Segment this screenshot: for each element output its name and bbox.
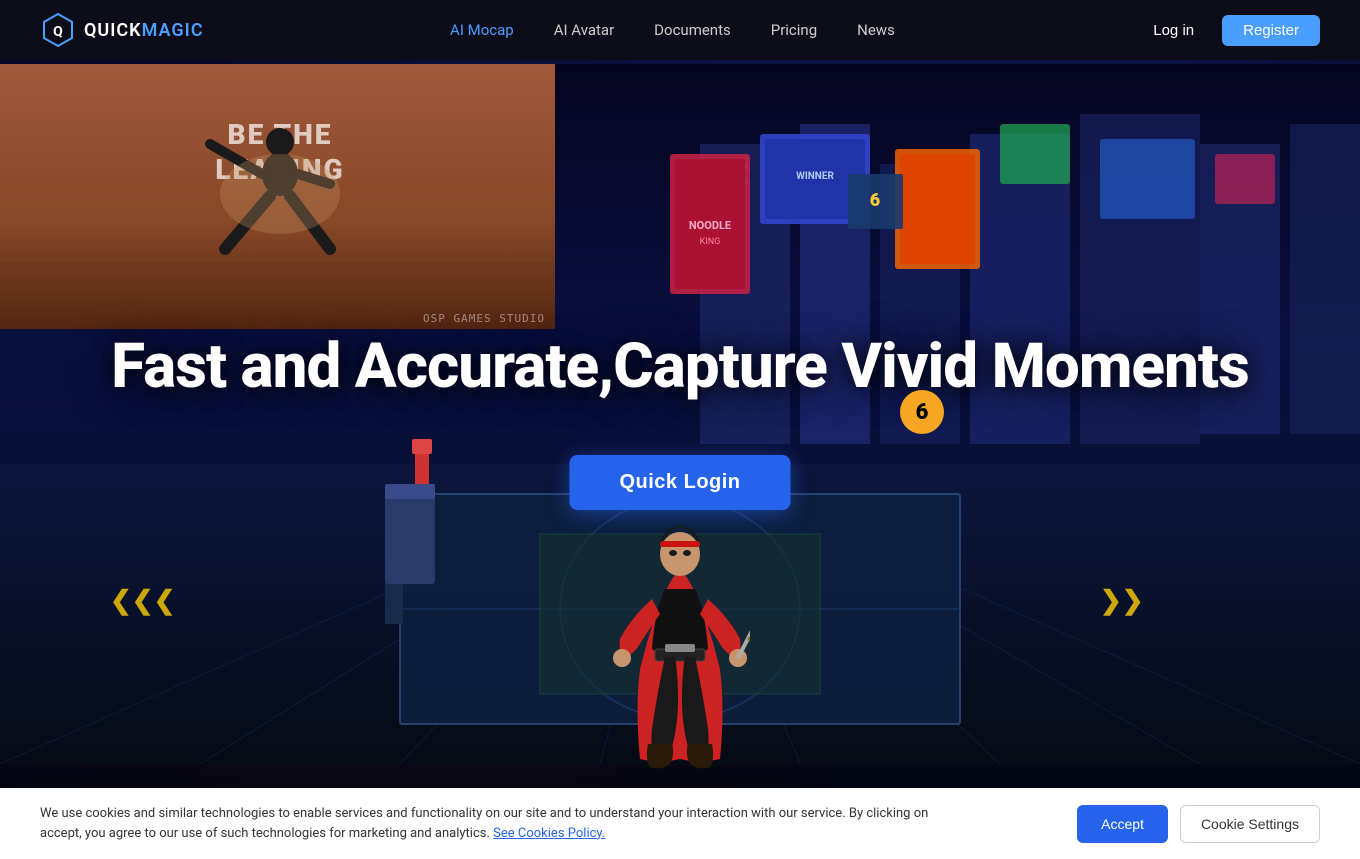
nav-link-documents[interactable]: Documents [654, 21, 731, 39]
login-button[interactable]: Log in [1141, 16, 1206, 45]
svg-text:Q: Q [53, 24, 63, 40]
number-badge: 6 [900, 390, 944, 434]
cookie-actions: Accept Cookie Settings [1077, 805, 1320, 843]
logo[interactable]: Q QUICKMAGIC [40, 12, 204, 48]
accept-button[interactable]: Accept [1077, 805, 1168, 843]
cookie-text: We use cookies and similar technologies … [40, 804, 940, 843]
nav-actions: Log in Register [1141, 15, 1320, 46]
cookie-policy-link[interactable]: See Cookies Policy. [493, 826, 605, 841]
nav-link-news[interactable]: News [857, 21, 895, 39]
video-inset: BE THE LEADING OSP GAMES STUDIO [0, 64, 555, 329]
svg-text:OSP GAMES STUDIO: OSP GAMES STUDIO [423, 312, 545, 325]
nav-link-ai-avatar[interactable]: AI Avatar [554, 21, 614, 39]
nav-links: AI Mocap AI Avatar Documents Pricing New… [450, 21, 895, 39]
cookie-settings-button[interactable]: Cookie Settings [1180, 805, 1320, 843]
nav-link-pricing[interactable]: Pricing [771, 21, 817, 39]
hero-section: NOODLE KING WINNER 6 [0, 0, 1360, 859]
quick-login-button[interactable]: Quick Login [569, 455, 790, 510]
character-figure [600, 489, 760, 769]
hero-title: Fast and Accurate,Capture Vivid Moments [68, 330, 1292, 403]
register-button[interactable]: Register [1222, 15, 1320, 46]
cookie-banner: We use cookies and similar technologies … [0, 788, 1360, 859]
navbar: Q QUICKMAGIC AI Mocap AI Avatar Document… [0, 0, 1360, 60]
logo-icon: Q [40, 12, 76, 48]
hero-headline: Fast and Accurate,Capture Vivid Moments [68, 330, 1292, 403]
nav-link-ai-mocap[interactable]: AI Mocap [450, 21, 514, 39]
logo-text: QUICKMAGIC [84, 20, 204, 41]
